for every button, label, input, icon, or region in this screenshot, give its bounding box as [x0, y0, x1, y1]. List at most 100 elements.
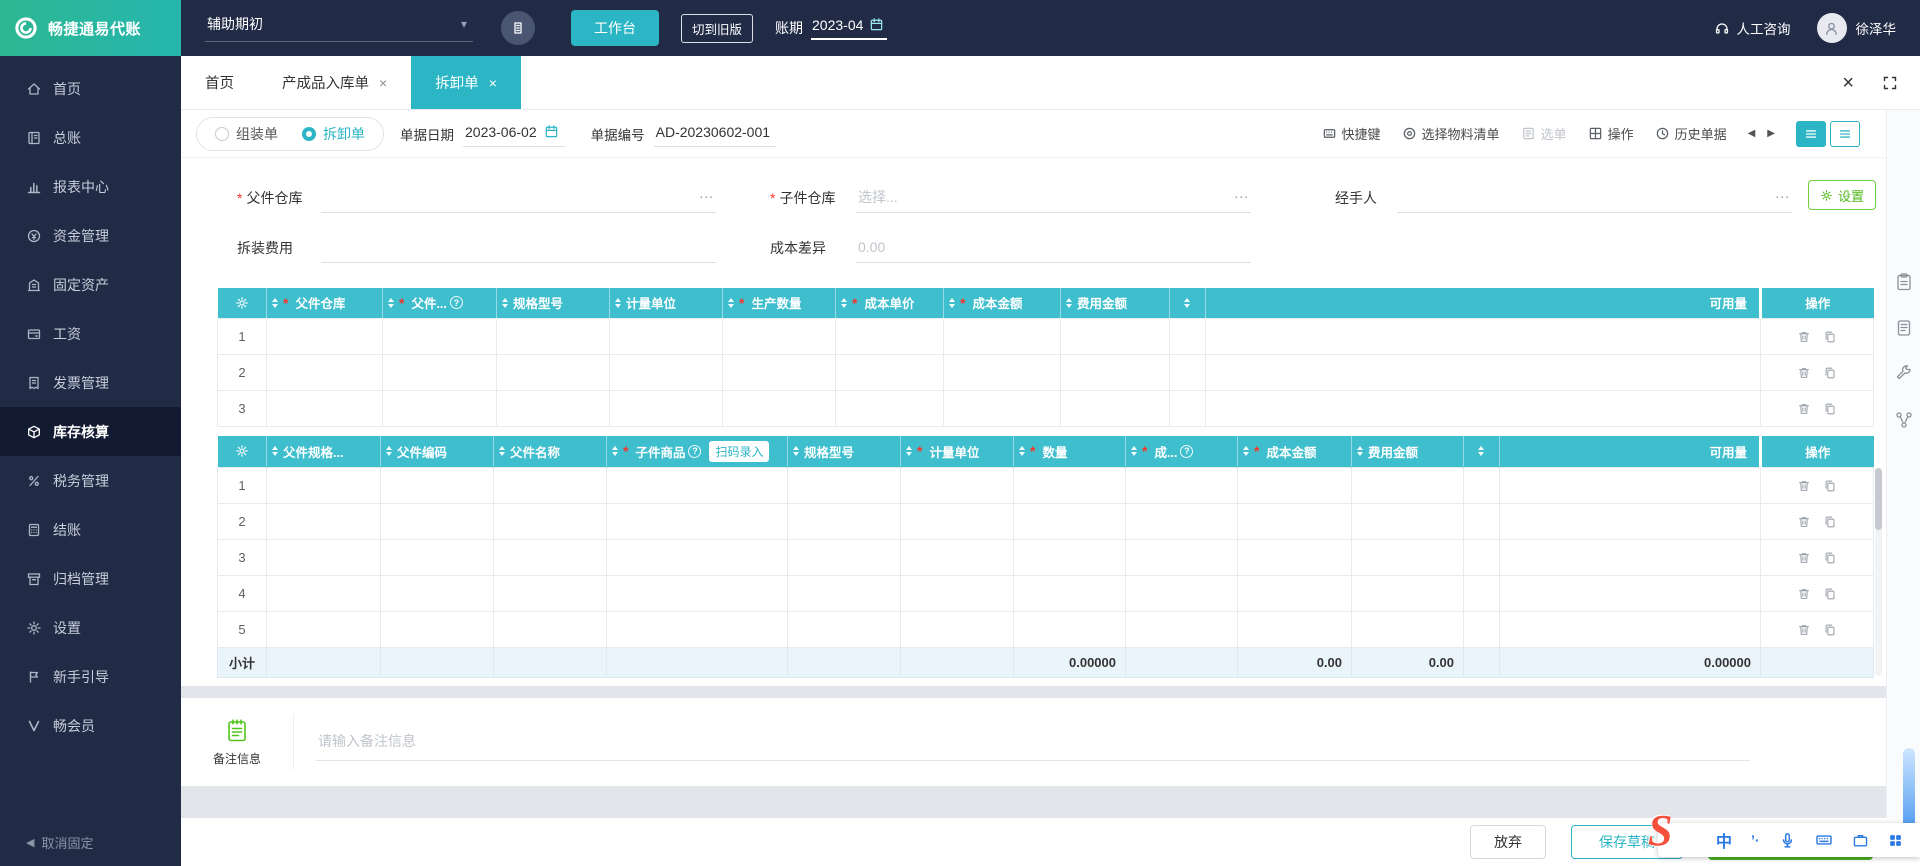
column-header[interactable]: 可用量: [1205, 288, 1761, 318]
column-header[interactable]: * 父件仓库: [266, 288, 383, 318]
close-icon[interactable]: ×: [489, 75, 497, 91]
column-header[interactable]: 费用金额: [1060, 288, 1170, 318]
grid-cell[interactable]: [493, 467, 607, 504]
sort-icon[interactable]: [1477, 446, 1484, 457]
settings-button[interactable]: 设置: [1807, 180, 1876, 210]
column-header[interactable]: * 父件...?: [382, 288, 497, 318]
list-view-toggle[interactable]: [1796, 120, 1826, 147]
grid-cell[interactable]: [1013, 575, 1126, 612]
help-icon[interactable]: ?: [449, 296, 463, 310]
copy-row-icon[interactable]: [1823, 330, 1837, 344]
grid-cell[interactable]: [900, 611, 1014, 648]
grid-cell[interactable]: [609, 317, 723, 355]
column-header[interactable]: 规格型号: [787, 435, 901, 468]
grid-cell[interactable]: [900, 467, 1014, 504]
sort-icon[interactable]: [386, 446, 392, 457]
microphone-icon[interactable]: [1779, 832, 1796, 849]
grid-cell[interactable]: [1125, 467, 1238, 504]
grid-cell[interactable]: [835, 353, 944, 391]
sidebar-item-reports[interactable]: 报表中心: [0, 162, 181, 211]
grid-cell[interactable]: [1013, 611, 1126, 648]
copy-row-icon[interactable]: [1823, 587, 1837, 601]
sogou-logo-icon[interactable]: S: [1648, 809, 1672, 853]
switch-old-version-button[interactable]: 切到旧版: [681, 13, 754, 43]
grid-cell[interactable]: [606, 539, 788, 576]
tab-home[interactable]: 首页: [181, 56, 258, 109]
grid-cell[interactable]: [835, 389, 944, 427]
grid-cell[interactable]: [722, 317, 836, 355]
app-logo[interactable]: 畅捷通易代账: [0, 0, 181, 56]
grid-cell[interactable]: [1237, 467, 1352, 504]
column-header[interactable]: 可用量: [1499, 435, 1761, 468]
delete-row-icon[interactable]: [1797, 587, 1811, 601]
help-icon[interactable]: ?: [688, 444, 702, 458]
grid-cell[interactable]: [493, 611, 607, 648]
grid-cell[interactable]: [382, 317, 497, 355]
grid-cell[interactable]: [1351, 467, 1464, 504]
disassembly-fee-input[interactable]: [321, 233, 716, 261]
grid-cell[interactable]: [1013, 539, 1126, 576]
sort-icon[interactable]: [1066, 297, 1072, 308]
detail-view-toggle[interactable]: [1830, 120, 1860, 147]
grid-cell[interactable]: [266, 467, 381, 504]
document-circle-button[interactable]: [501, 11, 535, 45]
sort-icon[interactable]: [1183, 297, 1190, 308]
column-header[interactable]: * 数量: [1013, 435, 1126, 468]
column-header[interactable]: 父件名称: [493, 435, 607, 468]
grid-cell[interactable]: [380, 611, 494, 648]
grid-cell[interactable]: [1237, 503, 1352, 540]
column-header[interactable]: * 子件商品? 扫码录入: [606, 435, 788, 468]
grid-cell[interactable]: [493, 503, 607, 540]
document-panel-icon[interactable]: [1894, 318, 1914, 338]
sort-icon[interactable]: [615, 297, 621, 308]
close-icon[interactable]: ×: [379, 75, 387, 91]
tab-disassembly-order[interactable]: 拆卸单 ×: [411, 56, 521, 109]
workflow-panel-icon[interactable]: [1894, 410, 1914, 430]
fullscreen-icon[interactable]: [1882, 75, 1898, 91]
grid-cell[interactable]: [380, 467, 494, 504]
grid-cell[interactable]: [787, 467, 901, 504]
column-header[interactable]: * 成本金额: [1237, 435, 1352, 468]
grid-cell[interactable]: [1013, 467, 1126, 504]
sort-icon[interactable]: [272, 297, 278, 308]
grid-cell[interactable]: [606, 503, 788, 540]
grid-cell[interactable]: [1237, 539, 1352, 576]
sort-icon[interactable]: [906, 446, 912, 457]
grid-cell[interactable]: [606, 575, 788, 612]
sidebar-item-invoices[interactable]: 发票管理: [0, 358, 181, 407]
keyboard-icon[interactable]: [1815, 831, 1833, 849]
grid-cell[interactable]: [496, 317, 610, 355]
copy-row-icon[interactable]: [1823, 479, 1837, 493]
grid-cell[interactable]: [787, 539, 901, 576]
sort-icon[interactable]: [841, 297, 847, 308]
grid-cell[interactable]: [266, 539, 381, 576]
column-header[interactable]: 计量单位: [609, 288, 723, 318]
column-header[interactable]: [1169, 288, 1206, 318]
grid-cell[interactable]: [1351, 575, 1464, 612]
copy-row-icon[interactable]: [1823, 402, 1837, 416]
bookset-select[interactable]: 辅助期初 ▾: [205, 14, 473, 42]
sort-icon[interactable]: [793, 446, 799, 457]
grid-cell[interactable]: [1125, 539, 1238, 576]
sidebar-item-general-ledger[interactable]: 总账: [0, 113, 181, 162]
lookup-ellipsis-button[interactable]: ...: [1775, 185, 1790, 201]
grid-cell[interactable]: [900, 575, 1014, 612]
column-header[interactable]: * 成本单价: [835, 288, 944, 318]
copy-row-icon[interactable]: [1823, 551, 1837, 565]
grid-cell[interactable]: [606, 467, 788, 504]
grid-cell[interactable]: [266, 353, 383, 391]
grid-cell[interactable]: [1351, 503, 1464, 540]
next-icon[interactable]: ▶: [1767, 128, 1775, 139]
username[interactable]: 徐泽华: [1856, 18, 1897, 38]
sort-icon[interactable]: [388, 297, 394, 308]
tab-finished-goods-receipt[interactable]: 产成品入库单 ×: [258, 56, 411, 109]
grid-cell[interactable]: [943, 389, 1061, 427]
select-order-button[interactable]: 选单: [1521, 124, 1567, 143]
sort-icon[interactable]: [949, 297, 955, 308]
grid-cell[interactable]: [1060, 317, 1170, 355]
column-header[interactable]: 费用金额: [1351, 435, 1464, 468]
history-documents-button[interactable]: 历史单据: [1655, 124, 1727, 143]
sidebar-item-guide[interactable]: 新手引导: [0, 652, 181, 701]
grid-cell[interactable]: [787, 503, 901, 540]
grid-cell[interactable]: [943, 353, 1061, 391]
